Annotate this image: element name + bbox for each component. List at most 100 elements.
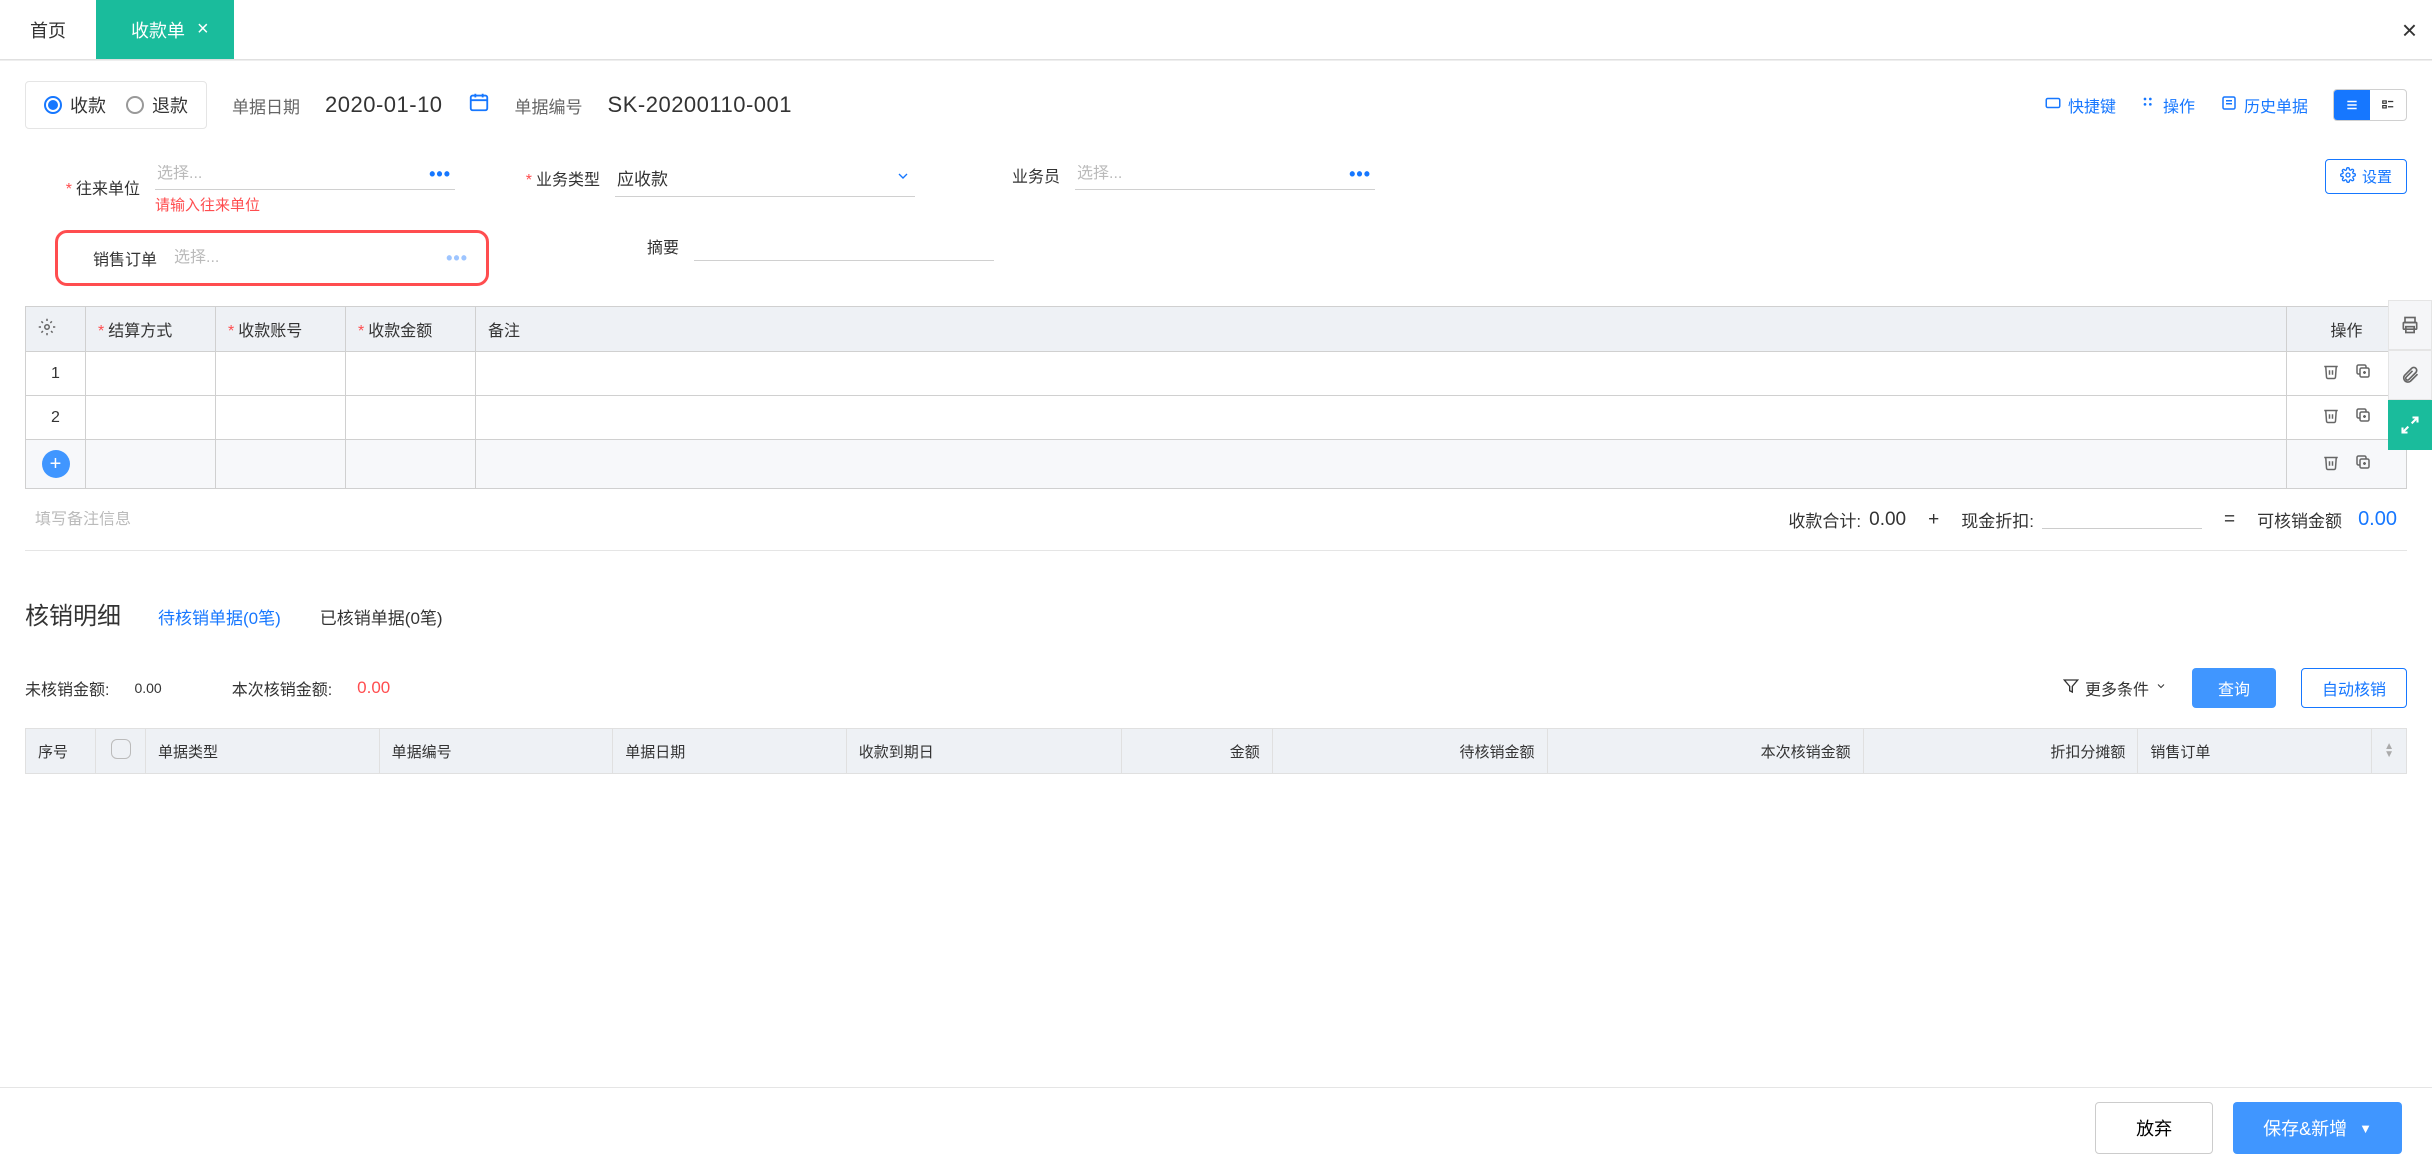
save-label: 保存&新增: [2263, 1115, 2347, 1141]
vcol-order: 销售订单: [2138, 729, 2372, 774]
operate-label: 操作: [2163, 93, 2195, 117]
col-amount: *收款金额: [346, 307, 476, 352]
unamt-value: 0.00: [134, 680, 161, 696]
summary-input[interactable]: [696, 236, 969, 254]
tab-receipt[interactable]: 收款单 ×: [96, 0, 234, 59]
more-icon[interactable]: •••: [429, 164, 451, 185]
more-conditions[interactable]: 更多条件: [2063, 676, 2167, 700]
add-row-button[interactable]: +: [42, 450, 70, 478]
unamt-label: 未核销金额:: [25, 676, 109, 700]
discount-input[interactable]: [2042, 510, 2202, 529]
final-value: 0.00: [2358, 508, 2397, 531]
history-link[interactable]: 历史单据: [2220, 93, 2308, 117]
more-icon[interactable]: •••: [446, 248, 468, 269]
vcol-date: 单据日期: [613, 729, 847, 774]
doc-date-label: 单据日期: [232, 93, 300, 118]
vcol-no: 单据编号: [379, 729, 613, 774]
list-icon: [2220, 94, 2238, 117]
chevron-down-icon: [2155, 679, 2167, 697]
radio-refund-label: 退款: [152, 92, 188, 118]
view-detail-button[interactable]: [2370, 90, 2406, 120]
vcol-due: 收款到期日: [846, 729, 1121, 774]
gear-icon: [2340, 167, 2356, 187]
close-all-icon[interactable]: ×: [2402, 15, 2417, 46]
query-button[interactable]: 查询: [2192, 668, 2276, 708]
tab-done[interactable]: 已核销单据(0笔): [318, 600, 445, 633]
doc-no-value: SK-20200110-001: [608, 92, 792, 118]
party-input[interactable]: [157, 165, 430, 183]
cell-amount[interactable]: [346, 396, 476, 440]
checkbox-icon[interactable]: [111, 739, 131, 759]
table-row: 1: [26, 352, 2407, 396]
doc-date-value[interactable]: 2020-01-10: [325, 92, 443, 118]
save-button[interactable]: 保存&新增 ▼: [2233, 1102, 2402, 1154]
settings-button[interactable]: 设置: [2325, 159, 2407, 194]
cell-settlement[interactable]: [86, 352, 216, 396]
vcol-seq: 序号: [26, 729, 96, 774]
settings-label: 设置: [2362, 166, 2392, 187]
delete-icon[interactable]: [2322, 362, 2340, 385]
total-label: 收款合计:: [1788, 507, 1861, 532]
cell-note[interactable]: [476, 396, 2287, 440]
curamt-value: 0.00: [357, 678, 390, 698]
cell-account[interactable]: [216, 352, 346, 396]
col-account: *收款账号: [216, 307, 346, 352]
more-conditions-label: 更多条件: [2085, 676, 2149, 700]
cell-note[interactable]: [476, 352, 2287, 396]
radio-receive[interactable]: 收款: [44, 92, 106, 118]
remark-input[interactable]: [35, 511, 835, 529]
plus-sign: +: [1928, 509, 1939, 531]
party-label: *往来单位: [55, 175, 140, 199]
table-row: 2: [26, 396, 2407, 440]
biztype-value[interactable]: 应收款: [617, 165, 668, 190]
side-attach-button[interactable]: [2388, 350, 2432, 400]
cell-settlement[interactable]: [86, 396, 216, 440]
operate-link[interactable]: 操作: [2141, 93, 2195, 117]
side-print-button[interactable]: [2388, 300, 2432, 350]
shortcut-link[interactable]: 快捷键: [2044, 93, 2116, 117]
biztype-label: *业务类型: [515, 166, 600, 190]
clerk-input[interactable]: [1077, 165, 1350, 183]
table-settings-header[interactable]: [26, 307, 86, 352]
payment-table: *结算方式 *收款账号 *收款金额 备注 操作 1: [25, 306, 2407, 489]
delete-icon[interactable]: [2322, 406, 2340, 429]
cell-account[interactable]: [216, 396, 346, 440]
clerk-label: 业务员: [975, 163, 1060, 187]
vcol-discalloc: 折扣分摊额: [1863, 729, 2138, 774]
copy-icon[interactable]: [2354, 453, 2372, 476]
radio-checked-icon: [44, 96, 62, 114]
cancel-button[interactable]: 放弃: [2095, 1102, 2213, 1154]
history-label: 历史单据: [2244, 93, 2308, 117]
equals-sign: =: [2224, 509, 2235, 531]
tab-pending[interactable]: 待核销单据(0笔): [156, 600, 283, 633]
verify-table: 序号 单据类型 单据编号 单据日期 收款到期日 金额 待核销金额 本次核销金额 …: [25, 728, 2407, 774]
copy-icon[interactable]: [2354, 362, 2372, 385]
doc-no-label: 单据编号: [515, 93, 583, 118]
party-error: 请输入往来单位: [155, 194, 455, 215]
auto-verify-button[interactable]: 自动核销: [2301, 668, 2407, 708]
more-icon[interactable]: •••: [1349, 164, 1371, 185]
close-icon[interactable]: ×: [197, 18, 209, 41]
verify-title: 核销明细: [25, 596, 121, 631]
vcol-cur: 本次核销金额: [1547, 729, 1863, 774]
curamt-label: 本次核销金额:: [232, 676, 332, 700]
side-expand-button[interactable]: [2388, 400, 2432, 450]
sales-order-highlight: 销售订单 •••: [55, 230, 489, 286]
row-index: 1: [26, 352, 86, 396]
vcol-checkbox[interactable]: [96, 729, 146, 774]
receipt-type-radio: 收款 退款: [25, 81, 207, 129]
order-input[interactable]: [174, 249, 447, 267]
summary-label: 摘要: [594, 234, 679, 258]
tab-home[interactable]: 首页: [0, 0, 96, 59]
radio-refund[interactable]: 退款: [126, 92, 188, 118]
chevron-down-icon[interactable]: [895, 168, 911, 187]
delete-icon[interactable]: [2322, 453, 2340, 476]
table-add-row: +: [26, 440, 2407, 489]
tab-receipt-label: 收款单: [131, 17, 185, 43]
view-list-button[interactable]: [2334, 90, 2370, 120]
chevron-down-icon: ▼: [2359, 1121, 2372, 1136]
vcol-sort[interactable]: ▲▼: [2372, 729, 2407, 774]
calendar-icon[interactable]: [468, 91, 490, 119]
cell-amount[interactable]: [346, 352, 476, 396]
copy-icon[interactable]: [2354, 406, 2372, 429]
